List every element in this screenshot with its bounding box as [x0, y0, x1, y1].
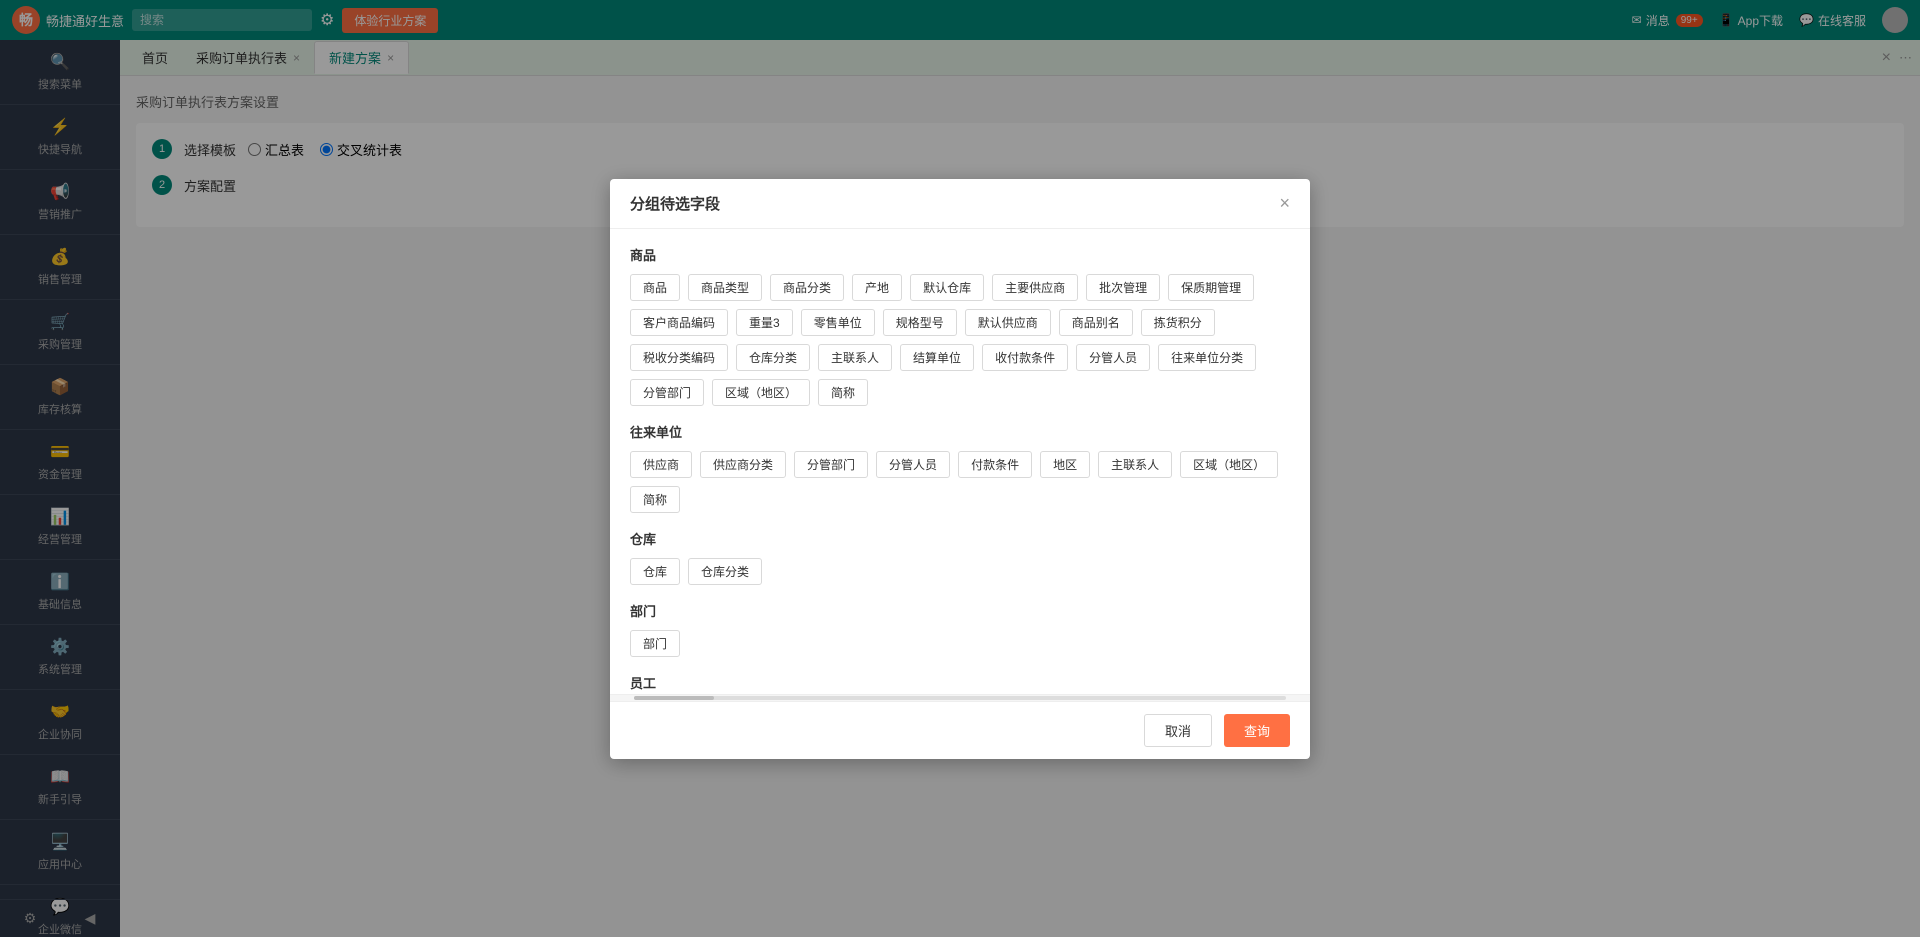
- section-warehouse: 仓库仓库仓库分类: [630, 529, 1290, 585]
- modal-scroll-bottom: [610, 694, 1310, 700]
- section-title-employee: 员工: [630, 673, 1290, 692]
- field-tag-product-10[interactable]: 零售单位: [801, 309, 875, 336]
- modal-header: 分组待选字段 ×: [610, 179, 1310, 229]
- field-tag-department-0[interactable]: 部门: [630, 630, 680, 657]
- field-tag-partner-7[interactable]: 区域（地区）: [1180, 451, 1278, 478]
- section-partner: 往来单位供应商供应商分类分管部门分管人员付款条件地区主联系人区域（地区） 简称: [630, 422, 1290, 513]
- field-tag-product-24[interactable]: 简称: [818, 379, 868, 406]
- field-tag-product-4[interactable]: 默认仓库: [910, 274, 984, 301]
- field-tags-department: 部门: [630, 630, 1290, 657]
- field-tag-partner-6[interactable]: 主联系人: [1098, 451, 1172, 478]
- field-tag-product-7[interactable]: 保质期管理: [1168, 274, 1254, 301]
- section-title-product: 商品: [630, 245, 1290, 264]
- field-tag-product-12[interactable]: 默认供应商: [965, 309, 1051, 336]
- section-title-partner: 往来单位: [630, 422, 1290, 441]
- field-tag-product-17[interactable]: 主联系人: [818, 344, 892, 371]
- section-product: 商品商品商品类型商品分类产地默认仓库主要供应商批次管理保质期管理客户商品编码重量…: [630, 245, 1290, 406]
- section-department: 部门部门: [630, 601, 1290, 657]
- section-title-warehouse: 仓库: [630, 529, 1290, 548]
- field-tag-product-1[interactable]: 商品类型: [688, 274, 762, 301]
- field-tag-product-11[interactable]: 规格型号: [883, 309, 957, 336]
- field-tag-product-2[interactable]: 商品分类: [770, 274, 844, 301]
- field-tag-partner-2[interactable]: 分管部门: [794, 451, 868, 478]
- field-tag-product-9[interactable]: 重量3: [736, 309, 793, 336]
- field-tag-partner-1[interactable]: 供应商分类: [700, 451, 786, 478]
- field-tags-product: 商品商品类型商品分类产地默认仓库主要供应商批次管理保质期管理客户商品编码重量3 零…: [630, 274, 1290, 406]
- field-tag-product-13[interactable]: 商品别名: [1059, 309, 1133, 336]
- field-tag-product-6[interactable]: 批次管理: [1086, 274, 1160, 301]
- field-tag-product-15[interactable]: 税收分类编码: [630, 344, 728, 371]
- field-tag-product-0[interactable]: 商品: [630, 274, 680, 301]
- field-tag-partner-5[interactable]: 地区: [1040, 451, 1090, 478]
- field-tag-partner-0[interactable]: 供应商: [630, 451, 692, 478]
- cancel-button[interactable]: 取消: [1144, 714, 1212, 747]
- field-tag-product-19[interactable]: 收付款条件: [982, 344, 1068, 371]
- field-tag-product-23[interactable]: 区域（地区）: [712, 379, 810, 406]
- field-tag-warehouse-0[interactable]: 仓库: [630, 558, 680, 585]
- field-tag-product-22[interactable]: 分管部门: [630, 379, 704, 406]
- modal-dialog: 分组待选字段 × 商品商品商品类型商品分类产地默认仓库主要供应商批次管理保质期管…: [610, 179, 1310, 759]
- section-title-department: 部门: [630, 601, 1290, 620]
- field-tag-product-20[interactable]: 分管人员: [1076, 344, 1150, 371]
- field-tags-partner: 供应商供应商分类分管部门分管人员付款条件地区主联系人区域（地区） 简称: [630, 451, 1290, 513]
- field-tag-product-18[interactable]: 结算单位: [900, 344, 974, 371]
- modal-body: 商品商品商品类型商品分类产地默认仓库主要供应商批次管理保质期管理客户商品编码重量…: [610, 229, 1310, 695]
- modal-close-btn[interactable]: ×: [1279, 194, 1290, 212]
- modal-title: 分组待选字段: [630, 193, 720, 214]
- field-tag-product-21[interactable]: 往来单位分类: [1158, 344, 1256, 371]
- modal-footer: 取消 查询: [610, 701, 1310, 759]
- field-tag-partner-4[interactable]: 付款条件: [958, 451, 1032, 478]
- field-tags-warehouse: 仓库仓库分类: [630, 558, 1290, 585]
- field-tag-product-8[interactable]: 客户商品编码: [630, 309, 728, 336]
- confirm-button[interactable]: 查询: [1224, 714, 1290, 747]
- modal-overlay: 分组待选字段 × 商品商品商品类型商品分类产地默认仓库主要供应商批次管理保质期管…: [0, 0, 1920, 937]
- field-tag-partner-8[interactable]: 简称: [630, 486, 680, 513]
- field-tag-partner-3[interactable]: 分管人员: [876, 451, 950, 478]
- field-tag-product-14[interactable]: 拣货积分: [1141, 309, 1215, 336]
- field-tag-product-5[interactable]: 主要供应商: [992, 274, 1078, 301]
- field-tag-product-16[interactable]: 仓库分类: [736, 344, 810, 371]
- field-tag-product-3[interactable]: 产地: [852, 274, 902, 301]
- section-employee: 员工业务员: [630, 673, 1290, 695]
- field-tag-warehouse-1[interactable]: 仓库分类: [688, 558, 762, 585]
